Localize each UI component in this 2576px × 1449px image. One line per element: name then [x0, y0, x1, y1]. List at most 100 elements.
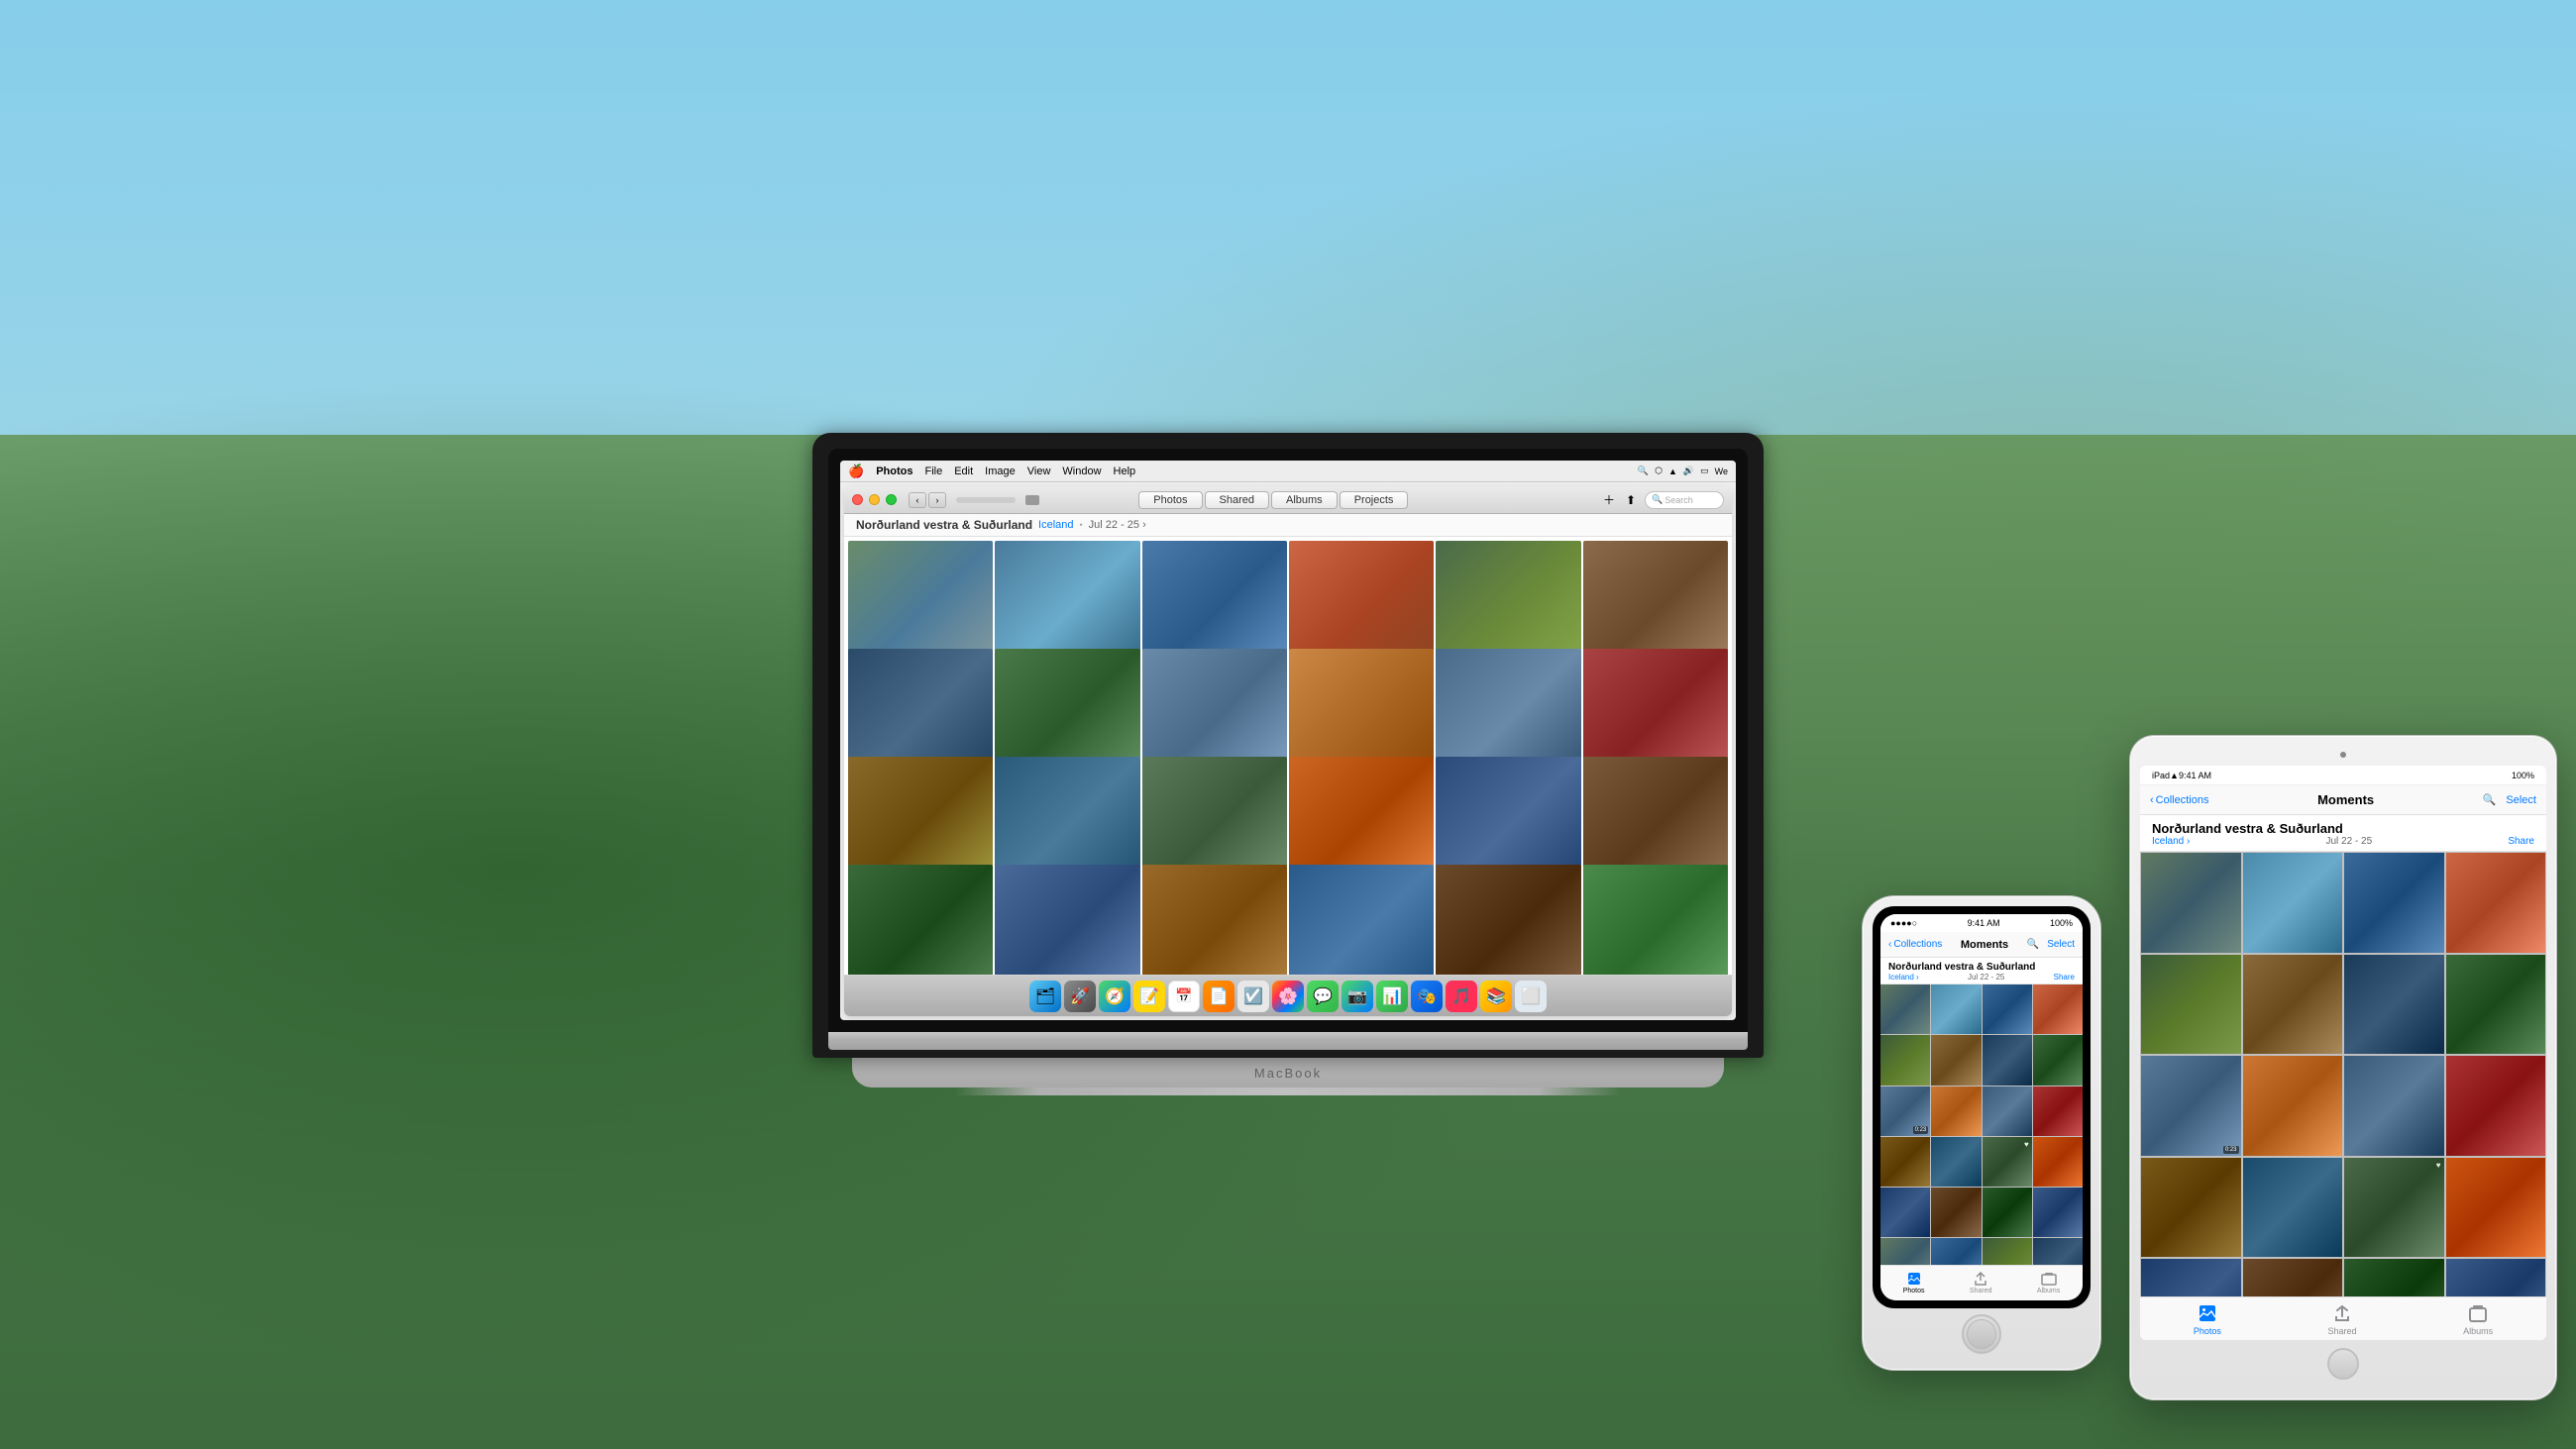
iphone-tab-albums[interactable]: Albums [2037, 1271, 2060, 1294]
ipad-photo[interactable] [2243, 1158, 2343, 1258]
ipad-select-button[interactable]: Select [2506, 794, 2536, 806]
ipad-search-button[interactable]: 🔍 [2483, 793, 2497, 806]
ipad-back-label[interactable]: Collections [2156, 794, 2209, 806]
dock-icon-calendar[interactable]: 📅 [1168, 981, 1200, 1012]
ipad-photo[interactable] [2243, 1259, 2343, 1296]
ipad-photo[interactable] [2243, 1056, 2343, 1156]
minimize-button[interactable] [869, 494, 880, 505]
ipad-photo[interactable] [2243, 853, 2343, 953]
iphone-photo[interactable] [1931, 1087, 1981, 1136]
iphone-photo[interactable] [1880, 1137, 1930, 1187]
tab-shared[interactable]: Shared [1205, 491, 1269, 509]
iphone-photo[interactable] [1931, 1238, 1981, 1265]
iphone-photo[interactable] [1931, 1188, 1981, 1237]
iphone-photo[interactable] [2033, 984, 2083, 1034]
dock-icon-launchpad[interactable]: 🚀 [1064, 981, 1096, 1012]
search-box[interactable]: 🔍 Search [1645, 491, 1724, 509]
iphone-home-button[interactable] [1962, 1314, 2001, 1354]
dock-icon-messages[interactable]: 💬 [1307, 981, 1339, 1012]
dock-icon-facetime[interactable]: 📷 [1342, 981, 1373, 1012]
ipad-photo[interactable]: 0:23 [2141, 1056, 2241, 1156]
ipad-tab-albums[interactable]: Albums [2463, 1302, 2493, 1336]
iphone-back-button[interactable]: ‹ Collections [1888, 939, 1942, 950]
ipad-share-button[interactable]: Share [2508, 836, 2534, 847]
iphone-photo[interactable] [2033, 1137, 2083, 1187]
dock-icon-ibooks[interactable]: 📚 [1480, 981, 1512, 1012]
iphone-photo[interactable] [1880, 1188, 1930, 1237]
dock-icon-reminders[interactable]: ☑️ [1237, 981, 1269, 1012]
tab-photos[interactable]: Photos [1138, 491, 1202, 509]
iphone-tab-photos[interactable]: Photos [1903, 1271, 1925, 1294]
ipad-photo[interactable] [2446, 853, 2546, 953]
menu-edit[interactable]: Edit [954, 466, 973, 477]
iphone-photo[interactable]: ♥ [1983, 1137, 2032, 1187]
menu-view[interactable]: View [1027, 466, 1051, 477]
ipad-moment-location[interactable]: Iceland › [2152, 836, 2190, 847]
ipad-photo[interactable] [2446, 1158, 2546, 1258]
photo-thumb[interactable] [1289, 865, 1434, 975]
back-nav-button[interactable]: ‹ [909, 492, 926, 508]
iphone-photo[interactable]: 0:23 [1880, 1087, 1930, 1136]
tab-projects[interactable]: Projects [1340, 491, 1409, 509]
menu-file[interactable]: File [924, 466, 942, 477]
ipad-photo[interactable] [2344, 1056, 2444, 1156]
location-link[interactable]: Iceland [1038, 519, 1073, 531]
dock-icon-numbers[interactable]: 📊 [1376, 981, 1408, 1012]
iphone-share-button[interactable]: Share [2054, 973, 2075, 982]
iphone-photo[interactable] [2033, 1087, 2083, 1136]
share-button[interactable]: ⬆ [1623, 492, 1639, 508]
photo-thumb[interactable]: 0:17 [1142, 865, 1287, 975]
iphone-photo[interactable] [1880, 1238, 1930, 1265]
menu-image[interactable]: Image [985, 466, 1016, 477]
photo-thumb[interactable] [1436, 865, 1580, 975]
photo-thumb[interactable] [995, 865, 1139, 975]
photo-thumb[interactable] [1583, 865, 1728, 975]
iphone-search-button[interactable]: 🔍 [2027, 939, 2039, 950]
iphone-photo[interactable] [1983, 1035, 2032, 1085]
iphone-photo[interactable] [1880, 984, 1930, 1034]
forward-nav-button[interactable]: › [928, 492, 946, 508]
slider-control[interactable] [956, 497, 1016, 503]
iphone-moment-location[interactable]: Iceland › [1888, 973, 1919, 982]
iphone-photo[interactable] [1880, 1035, 1930, 1085]
dock-icon-photos[interactable]: 🌸 [1272, 981, 1304, 1012]
dock-icon-itunes[interactable]: 🎵 [1446, 981, 1477, 1012]
iphone-photo[interactable] [1983, 1087, 2032, 1136]
iphone-photo[interactable] [1983, 1238, 2032, 1265]
dock-icon-safari[interactable]: 🧭 [1099, 981, 1130, 1012]
add-button[interactable]: ＋ [1601, 492, 1617, 508]
ipad-photo[interactable] [2141, 955, 2241, 1055]
iphone-tab-shared[interactable]: Shared [1970, 1271, 1992, 1294]
ipad-photo[interactable] [2446, 1056, 2546, 1156]
ipad-photo[interactable] [2141, 1259, 2241, 1296]
view-toggle-icon[interactable] [1025, 495, 1039, 505]
close-button[interactable] [852, 494, 863, 505]
iphone-select-button[interactable]: Select [2047, 939, 2075, 950]
tab-albums[interactable]: Albums [1271, 491, 1338, 509]
iphone-photo[interactable] [2033, 1188, 2083, 1237]
ipad-photo[interactable] [2141, 853, 2241, 953]
dock-icon-pages[interactable]: 📄 [1203, 981, 1234, 1012]
ipad-photo[interactable] [2446, 1259, 2546, 1296]
iphone-photo[interactable] [1983, 1188, 2032, 1237]
iphone-photo[interactable] [2033, 1238, 2083, 1265]
ipad-tab-shared[interactable]: Shared [2327, 1302, 2356, 1336]
dock-icon-extra[interactable]: ⬜ [1515, 981, 1547, 1012]
ipad-photo[interactable] [2446, 955, 2546, 1055]
iphone-photo[interactable] [1983, 984, 2032, 1034]
ipad-back-button[interactable]: ‹ Collections [2150, 794, 2208, 806]
ipad-photo[interactable] [2344, 1259, 2444, 1296]
menu-help[interactable]: Help [1114, 466, 1136, 477]
photo-thumb[interactable]: 0:12 [848, 865, 993, 975]
menu-photos[interactable]: Photos [876, 466, 912, 477]
ipad-photo[interactable] [2344, 853, 2444, 953]
menu-window[interactable]: Window [1062, 466, 1101, 477]
ipad-photo[interactable] [2141, 1158, 2241, 1258]
dock-icon-finder[interactable]: 🗂 [1029, 981, 1061, 1012]
iphone-photo[interactable] [1931, 1137, 1981, 1187]
iphone-photo[interactable] [2033, 1035, 2083, 1085]
ipad-tab-photos[interactable]: Photos [2194, 1302, 2221, 1336]
dock-icon-keynote[interactable]: 🎭 [1411, 981, 1443, 1012]
ipad-photo[interactable] [2344, 955, 2444, 1055]
iphone-photo[interactable] [1931, 984, 1981, 1034]
